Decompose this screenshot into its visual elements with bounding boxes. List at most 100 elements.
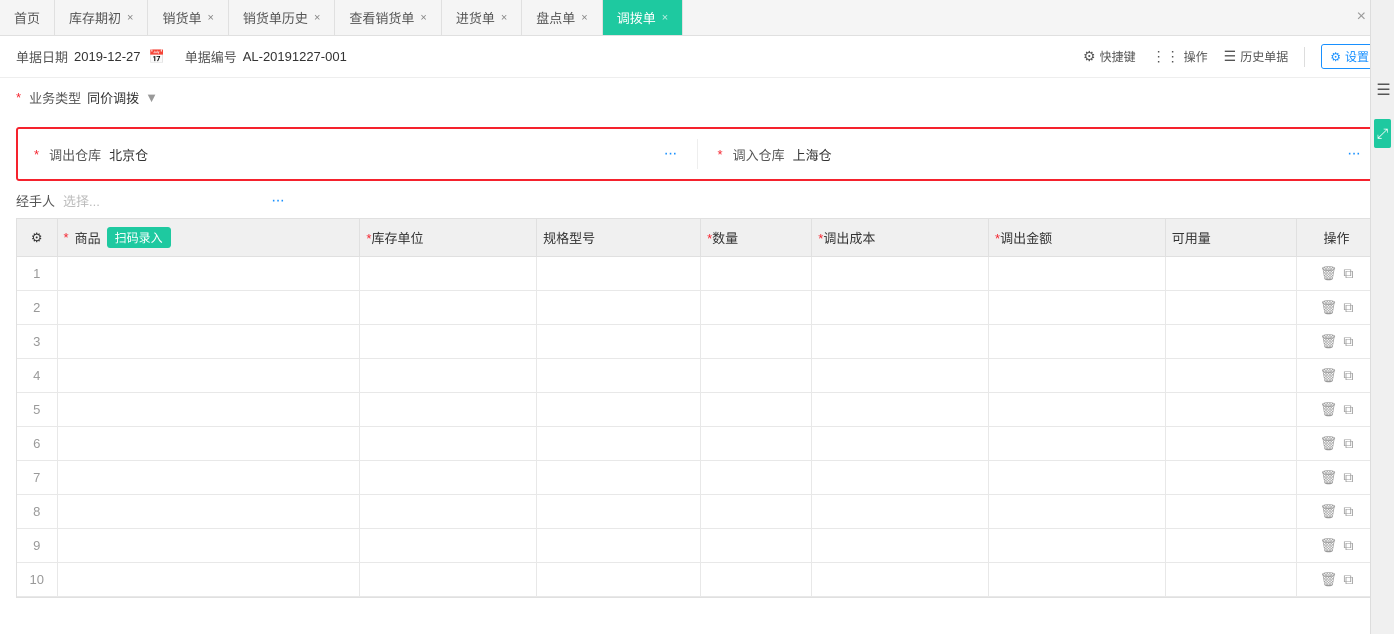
cell-spec[interactable] (537, 291, 701, 325)
tab-purchase-order[interactable]: 进货单 × (442, 0, 522, 35)
tab-sales-history[interactable]: 销货单历史 × (229, 0, 335, 35)
cell-product[interactable] (57, 495, 360, 529)
cell-available[interactable] (1165, 359, 1296, 393)
cell-unit[interactable] (360, 359, 537, 393)
cell-amount[interactable] (989, 427, 1166, 461)
cell-unit[interactable] (360, 427, 537, 461)
copy-row-icon[interactable]: ⧉ (1343, 503, 1353, 520)
cell-quantity[interactable] (701, 563, 812, 597)
tab-inventory-init[interactable]: 库存期初 × (55, 0, 148, 35)
cell-cost[interactable] (812, 291, 989, 325)
cell-available[interactable] (1165, 257, 1296, 291)
tab-purchase-order-close[interactable]: × (501, 12, 507, 24)
cell-unit[interactable] (360, 597, 537, 599)
delete-row-icon[interactable]: 🗑 (1320, 265, 1338, 282)
tab-sales-order-close[interactable]: × (207, 12, 213, 24)
tab-sales-history-close[interactable]: × (314, 12, 320, 24)
cell-unit[interactable] (360, 529, 537, 563)
cell-unit[interactable] (360, 291, 537, 325)
cell-spec[interactable] (537, 427, 701, 461)
tab-inventory-init-close[interactable]: × (127, 12, 133, 24)
cell-quantity[interactable] (701, 291, 812, 325)
cell-amount[interactable] (989, 257, 1166, 291)
copy-row-icon[interactable]: ⧉ (1343, 299, 1353, 316)
cell-amount[interactable] (989, 291, 1166, 325)
cell-spec[interactable] (537, 393, 701, 427)
handler-more-btn[interactable]: ··· (271, 192, 284, 210)
warehouse-out-more-btn[interactable]: ··· (664, 145, 677, 163)
cell-cost[interactable] (812, 529, 989, 563)
copy-row-icon[interactable]: ⧉ (1343, 265, 1353, 282)
cell-quantity[interactable] (701, 257, 812, 291)
cell-quantity[interactable] (701, 495, 812, 529)
cell-amount[interactable] (989, 495, 1166, 529)
cell-quantity[interactable] (701, 597, 812, 599)
cell-product[interactable] (57, 427, 360, 461)
cell-unit[interactable] (360, 393, 537, 427)
delete-row-icon[interactable]: 🗑 (1320, 333, 1338, 350)
warehouse-in-more-btn[interactable]: ··· (1347, 145, 1360, 163)
cell-quantity[interactable] (701, 359, 812, 393)
cell-spec[interactable] (537, 529, 701, 563)
cell-quantity[interactable] (701, 529, 812, 563)
copy-row-icon[interactable]: ⧉ (1343, 367, 1353, 384)
cell-cost[interactable] (812, 325, 989, 359)
cell-available[interactable] (1165, 461, 1296, 495)
cell-spec[interactable] (537, 325, 701, 359)
cell-amount[interactable] (989, 393, 1166, 427)
close-all-tabs[interactable]: × (1357, 8, 1366, 26)
tab-transfer-order[interactable]: 调拨单 × (603, 0, 683, 35)
delete-row-icon[interactable]: 🗑 (1320, 469, 1338, 486)
sidebar-expand-icon[interactable]: ⤢ (1374, 119, 1391, 148)
delete-row-icon[interactable]: 🗑 (1320, 537, 1338, 554)
cell-cost[interactable] (812, 563, 989, 597)
cell-cost[interactable] (812, 461, 989, 495)
action-btn[interactable]: ⋮⋮ 操作 (1152, 48, 1208, 65)
shortcut-btn[interactable]: ⚙ 快捷键 (1083, 48, 1136, 65)
cell-unit[interactable] (360, 563, 537, 597)
cell-product[interactable] (57, 291, 360, 325)
delete-row-icon[interactable]: 🗑 (1320, 299, 1338, 316)
cell-amount[interactable] (989, 597, 1166, 599)
copy-row-icon[interactable]: ⧉ (1343, 571, 1353, 588)
cell-cost[interactable] (812, 427, 989, 461)
cell-quantity[interactable] (701, 461, 812, 495)
cell-available[interactable] (1165, 393, 1296, 427)
cell-available[interactable] (1165, 325, 1296, 359)
cell-amount[interactable] (989, 461, 1166, 495)
cell-spec[interactable] (537, 461, 701, 495)
cell-spec[interactable] (537, 359, 701, 393)
cell-product[interactable] (57, 563, 360, 597)
tab-transfer-order-close[interactable]: × (662, 12, 668, 24)
cell-product[interactable] (57, 257, 360, 291)
calendar-icon[interactable]: 📅 (149, 49, 165, 65)
cell-available[interactable] (1165, 563, 1296, 597)
cell-amount[interactable] (989, 359, 1166, 393)
th-settings[interactable]: ⚙ (17, 219, 57, 257)
cell-available[interactable] (1165, 427, 1296, 461)
scan-btn[interactable]: 扫码录入 (107, 227, 171, 248)
delete-row-icon[interactable]: 🗑 (1320, 503, 1338, 520)
cell-spec[interactable] (537, 257, 701, 291)
tab-inventory-check[interactable]: 盘点单 × (522, 0, 602, 35)
tab-sales-order[interactable]: 销货单 × (148, 0, 228, 35)
tab-view-sales[interactable]: 查看销货单 × (335, 0, 441, 35)
tab-inventory-check-close[interactable]: × (581, 12, 587, 24)
tab-view-sales-close[interactable]: × (420, 12, 426, 24)
copy-row-icon[interactable]: ⧉ (1343, 469, 1353, 486)
cell-unit[interactable] (360, 495, 537, 529)
cell-quantity[interactable] (701, 325, 812, 359)
copy-row-icon[interactable]: ⧉ (1343, 333, 1353, 350)
cell-quantity[interactable] (701, 393, 812, 427)
cell-cost[interactable] (812, 495, 989, 529)
cell-amount[interactable] (989, 529, 1166, 563)
delete-row-icon[interactable]: 🗑 (1320, 401, 1338, 418)
cell-cost[interactable] (812, 597, 989, 599)
cell-product[interactable] (57, 597, 360, 599)
cell-product[interactable] (57, 393, 360, 427)
cell-spec[interactable] (537, 563, 701, 597)
cell-quantity[interactable] (701, 427, 812, 461)
history-btn[interactable]: ☰ 历史单据 (1224, 48, 1289, 65)
cell-unit[interactable] (360, 325, 537, 359)
cell-unit[interactable] (360, 461, 537, 495)
